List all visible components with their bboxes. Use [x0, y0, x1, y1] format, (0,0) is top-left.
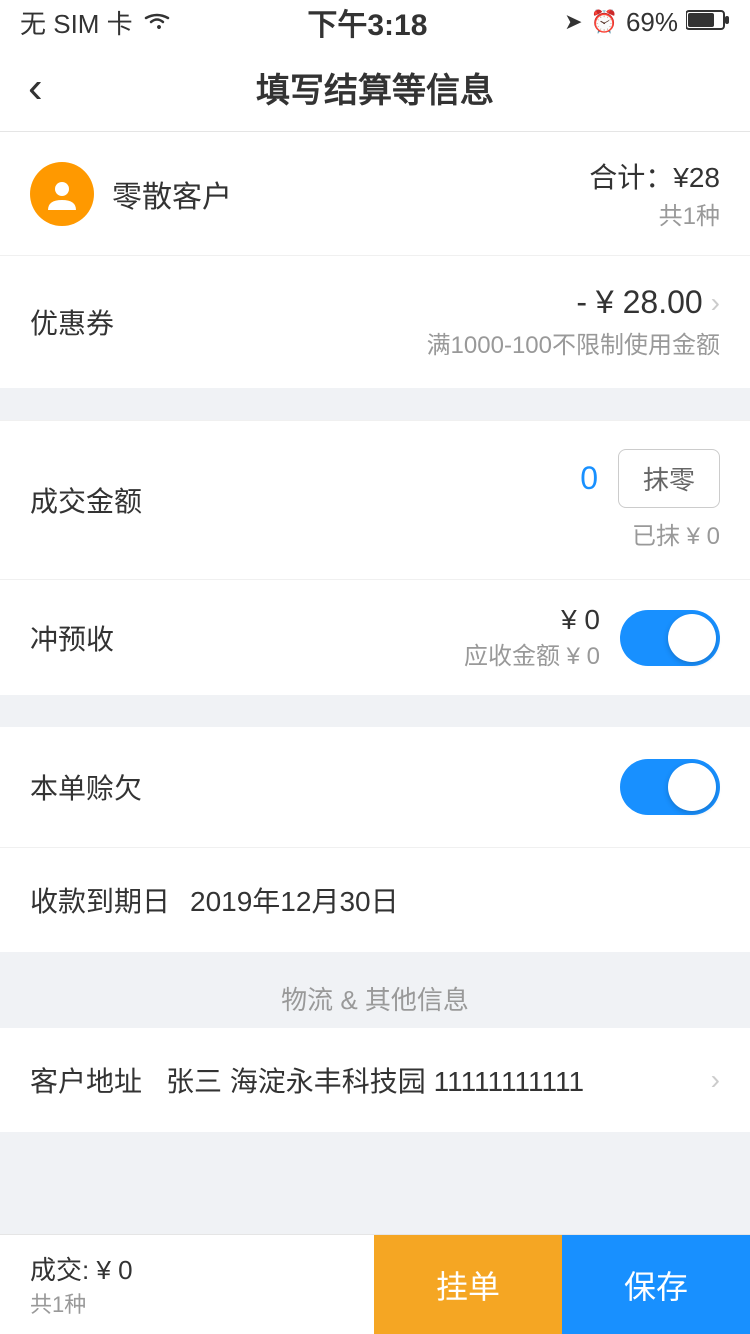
round-off-button[interactable]: 抹零 — [618, 449, 720, 508]
address-chevron-icon: › — [711, 1064, 720, 1096]
status-right: ➤ ⏰ 69% — [564, 7, 730, 38]
customer-row: 零散客户 合计：¥28 共1种 — [0, 132, 750, 255]
status-time: 下午3:18 — [307, 0, 427, 44]
battery-text: 69% — [626, 7, 678, 38]
total-amount: 合计：¥28 — [589, 156, 720, 196]
status-left: 无 SIM 卡 — [20, 4, 171, 41]
coupon-row[interactable]: 优惠券 - ¥ 28.00 › 满1000-100不限制使用金额 — [0, 255, 750, 388]
toggle-knob — [668, 614, 716, 662]
prepay-right: ¥ 0 应收金额 ¥ 0 — [464, 604, 720, 671]
back-button[interactable]: ‹ — [28, 63, 43, 113]
debt-row: 本单赊欠 — [0, 727, 750, 847]
coupon-sub: 满1000-100不限制使用金额 — [427, 325, 720, 360]
prepay-row: 冲预收 ¥ 0 应收金额 ¥ 0 — [0, 579, 750, 695]
prepay-values: ¥ 0 应收金额 ¥ 0 — [464, 604, 600, 671]
coupon-label: 优惠券 — [30, 302, 150, 342]
bottom-summary-bottom: 共1种 — [30, 1287, 344, 1319]
customer-name: 零散客户 — [112, 172, 232, 216]
customer-avatar — [30, 162, 94, 226]
customer-left: 零散客户 — [30, 162, 232, 226]
section-divider-1 — [0, 404, 750, 420]
transaction-value: 0 — [580, 460, 598, 497]
chevron-icon: › — [711, 287, 720, 319]
alarm-icon: ⏰ — [591, 9, 618, 35]
logistics-label: 物流 & 其他信息 — [281, 980, 469, 1017]
debt-label: 本单赊欠 — [30, 767, 142, 807]
save-button[interactable]: 保存 — [562, 1235, 750, 1334]
total-count: 共1种 — [589, 196, 720, 231]
transaction-row: 成交金额 0 抹零 已抹 ¥ 0 — [0, 420, 750, 579]
customer-section: 零散客户 合计：¥28 共1种 优惠券 - ¥ 28.00 › 满1000-10… — [0, 132, 750, 388]
due-date-value: 2019年12月30日 — [190, 880, 399, 920]
transaction-sub: 已抹 ¥ 0 — [632, 516, 720, 551]
transaction-label: 成交金额 — [30, 480, 142, 520]
coupon-right: - ¥ 28.00 › 满1000-100不限制使用金额 — [427, 284, 720, 360]
address-label: 客户地址 — [30, 1060, 142, 1100]
address-section: 客户地址 张三 海淀永丰科技园 11111111111 › — [0, 1028, 750, 1132]
coupon-value: - ¥ 28.00 — [576, 284, 702, 321]
logistics-divider: 物流 & 其他信息 — [0, 968, 750, 1028]
hang-order-button[interactable]: 挂单 — [374, 1235, 562, 1334]
address-value: 张三 海淀永丰科技园 11111111111 — [166, 1060, 703, 1100]
prepay-amount: ¥ 0 — [464, 604, 600, 636]
status-bar: 无 SIM 卡 下午3:18 ➤ ⏰ 69% — [0, 0, 750, 44]
transaction-right: 0 抹零 — [580, 449, 720, 508]
content-area: 零散客户 合计：¥28 共1种 优惠券 - ¥ 28.00 › 满1000-10… — [0, 132, 750, 1268]
due-date-row: 收款到期日 2019年12月30日 — [0, 847, 750, 952]
section-divider-2 — [0, 711, 750, 727]
nav-bar: ‹ 填写结算等信息 — [0, 44, 750, 132]
bottom-summary-top: 成交: ¥ 0 — [30, 1250, 344, 1287]
location-icon: ➤ — [564, 9, 582, 35]
prepay-toggle[interactable] — [620, 610, 720, 666]
transaction-section: 成交金额 0 抹零 已抹 ¥ 0 冲预收 ¥ 0 应收金额 ¥ 0 — [0, 420, 750, 695]
debt-toggle-knob — [668, 763, 716, 811]
customer-summary: 合计：¥28 共1种 — [589, 156, 720, 231]
debt-toggle[interactable] — [620, 759, 720, 815]
debt-section: 本单赊欠 收款到期日 2019年12月30日 — [0, 727, 750, 952]
prepay-sub: 应收金额 ¥ 0 — [464, 636, 600, 671]
address-row[interactable]: 客户地址 张三 海淀永丰科技园 11111111111 › — [0, 1028, 750, 1132]
prepay-label: 冲预收 — [30, 618, 114, 658]
bottom-bar: 成交: ¥ 0 共1种 挂单 保存 — [0, 1234, 750, 1334]
page-title: 填写结算等信息 — [256, 63, 494, 112]
battery-icon — [686, 7, 730, 38]
bottom-summary: 成交: ¥ 0 共1种 — [0, 1250, 374, 1319]
wifi-icon — [143, 7, 171, 38]
due-date-label: 收款到期日 — [30, 880, 170, 920]
no-sim-text: 无 SIM 卡 — [20, 4, 133, 41]
